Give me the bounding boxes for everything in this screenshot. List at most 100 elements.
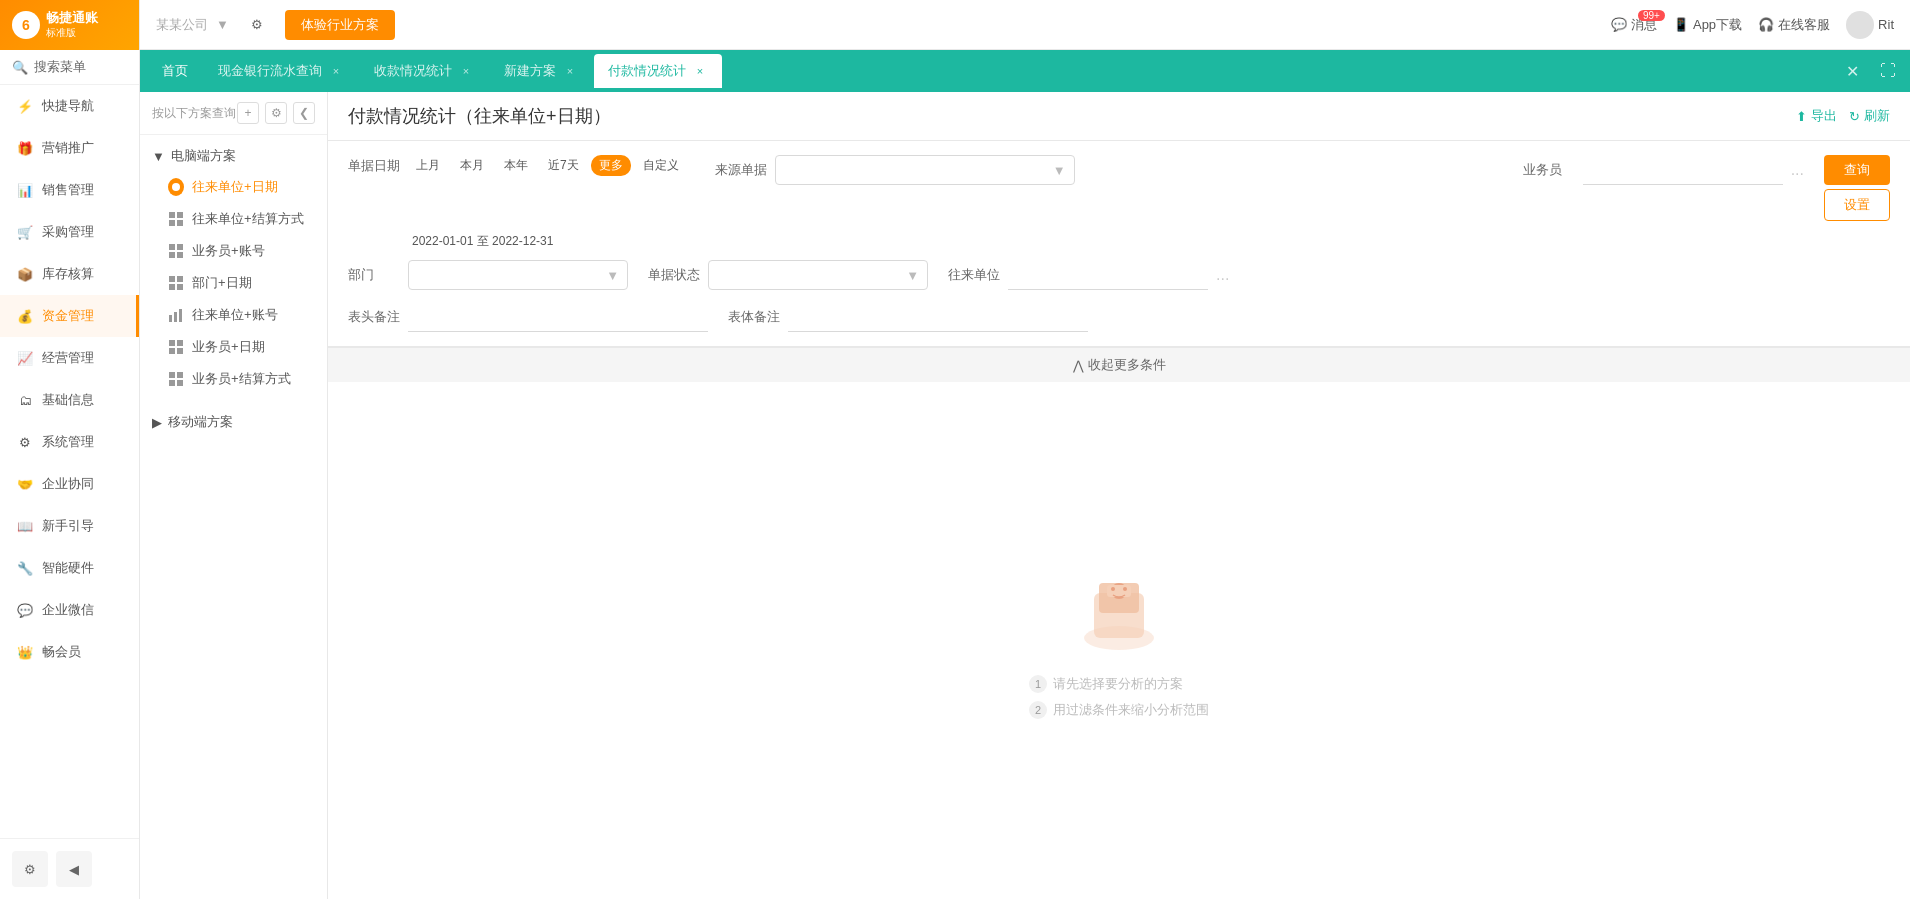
sidebar-item-system[interactable]: ⚙ 系统管理 [0, 421, 139, 463]
basic-info-icon: 🗂 [16, 391, 34, 409]
member-icon: 👑 [16, 643, 34, 661]
message-button[interactable]: 💬 消息 99+ [1611, 16, 1657, 34]
sidebar-item-finance[interactable]: 💰 资金管理 [0, 295, 139, 337]
tab-close-all-button[interactable]: ✕ [1838, 57, 1866, 85]
source-select[interactable]: ▼ [775, 155, 1075, 185]
scheme-grid-icon-2 [168, 275, 184, 291]
online-service-button[interactable]: 🎧 在线客服 [1758, 16, 1830, 34]
tab-payment-stats[interactable]: 付款情况统计 × [594, 54, 722, 88]
filter-settings-button[interactable]: 设置 [1824, 189, 1890, 221]
main-content: 某某公司 ▼ ⚙ 体验行业方案 💬 消息 99+ 📱 App下载 🎧 在线客服 [140, 0, 1910, 899]
svg-rect-7 [169, 252, 175, 258]
svg-rect-11 [169, 284, 175, 290]
query-button[interactable]: 查询 [1824, 155, 1890, 185]
dept-select[interactable]: ▼ [408, 260, 628, 290]
scheme-item-salesman-settle[interactable]: 业务员+结算方式 [140, 363, 327, 395]
date-label: 单据日期 [348, 157, 400, 175]
tab-bank-flow-close[interactable]: × [328, 63, 344, 79]
scheme-settings-button[interactable]: ⚙ [265, 102, 287, 124]
date-buttons: 上月 本月 本年 近7天 更多 自定义 [408, 155, 687, 176]
mobile-scheme-group-title[interactable]: ▶ 移动端方案 [140, 407, 327, 437]
header-settings-button[interactable]: ⚙ [241, 9, 273, 41]
sidebar-item-marketing[interactable]: 🎁 营销推广 [0, 127, 139, 169]
sidebar-item-sales[interactable]: 📊 销售管理 [0, 169, 139, 211]
sidebar: 6 畅捷通账 标准版 🔍 搜索菜单 ⚡ 快捷导航 🎁 营销推广 📊 销售管理 🛒… [0, 0, 140, 899]
tab-home[interactable]: 首页 [148, 54, 202, 88]
svg-rect-10 [177, 276, 183, 282]
salesman-input[interactable] [1583, 162, 1783, 177]
sidebar-item-purchase[interactable]: 🛒 采购管理 [0, 211, 139, 253]
tab-maximize-button[interactable]: ⛶ [1874, 57, 1902, 85]
empty-step-1: 1 请先选择要分析的方案 [1029, 675, 1209, 693]
tab-new-scheme[interactable]: 新建方案 × [490, 54, 592, 88]
svg-point-29 [1111, 587, 1115, 591]
tab-receipt-stats[interactable]: 收款情况统计 × [360, 54, 488, 88]
tab-bar-right: ✕ ⛶ [1838, 57, 1902, 85]
marketing-icon: 🎁 [16, 139, 34, 157]
sidebar-item-member[interactable]: 👑 畅会员 [0, 631, 139, 673]
trial-button[interactable]: 体验行业方案 [285, 10, 395, 40]
svg-rect-8 [177, 252, 183, 258]
svg-rect-6 [177, 244, 183, 250]
sidebar-item-inventory[interactable]: 📦 库存核算 [0, 253, 139, 295]
user-profile[interactable]: Rit [1846, 11, 1894, 39]
app-download-button[interactable]: 📱 App下载 [1673, 16, 1742, 34]
last-month-btn[interactable]: 上月 [408, 155, 448, 176]
more-dates-btn[interactable]: 更多 [591, 155, 631, 176]
finance-icon: 💰 [16, 307, 34, 325]
counterparty-input[interactable] [1008, 267, 1208, 282]
tab-receipt-stats-close[interactable]: × [458, 63, 474, 79]
svg-rect-14 [174, 312, 177, 322]
empty-state: 1 请先选择要分析的方案 2 用过滤条件来缩小分析范围 [328, 382, 1910, 899]
this-month-btn[interactable]: 本月 [452, 155, 492, 176]
export-button[interactable]: ⬆ 导出 [1796, 107, 1837, 125]
scheme-item-dept-date[interactable]: 部门+日期 [140, 267, 327, 299]
filter-area: 单据日期 上月 本月 本年 近7天 更多 自定义 来源单据 [328, 141, 1910, 347]
company-selector[interactable]: 某某公司 ▼ [156, 16, 229, 34]
sidebar-collapse-button[interactable]: ◀ [56, 851, 92, 887]
sidebar-item-hardware[interactable]: 🔧 智能硬件 [0, 547, 139, 589]
sidebar-item-basic-info[interactable]: 🗂 基础信息 [0, 379, 139, 421]
add-scheme-button[interactable]: + [237, 102, 259, 124]
refresh-button[interactable]: ↻ 刷新 [1849, 107, 1890, 125]
desktop-scheme-group: ▼ 电脑端方案 往来单位+日期 往来单位+结算方式 [140, 135, 327, 401]
tab-bar: 首页 现金银行流水查询 × 收款情况统计 × 新建方案 × 付款情况统计 × ✕… [140, 50, 1910, 92]
hardware-icon: 🔧 [16, 559, 34, 577]
page-title: 付款情况统计（往来单位+日期） [348, 104, 611, 128]
sidebar-item-operation[interactable]: 📈 经营管理 [0, 337, 139, 379]
this-year-btn[interactable]: 本年 [496, 155, 536, 176]
header-note-input[interactable] [408, 309, 708, 324]
scheme-panel: 按以下方案查询 + ⚙ ❮ ▼ 电脑端方案 [140, 92, 328, 899]
scheme-item-counterparty-date[interactable]: 往来单位+日期 [140, 171, 327, 203]
counterparty-more-btn[interactable]: ... [1216, 266, 1229, 284]
receipt-status-select[interactable]: ▼ [708, 260, 928, 290]
tab-payment-stats-close[interactable]: × [692, 63, 708, 79]
scheme-item-counterparty-account[interactable]: 往来单位+账号 [140, 299, 327, 331]
collapse-more-button[interactable]: ⋀ 收起更多条件 [328, 347, 1910, 382]
svg-rect-22 [169, 380, 175, 386]
search-icon: 🔍 [12, 60, 28, 75]
last-7days-btn[interactable]: 近7天 [540, 155, 587, 176]
body-note-input[interactable] [788, 309, 1088, 324]
sidebar-search[interactable]: 🔍 搜索菜单 [0, 50, 139, 85]
company-dropdown-icon: ▼ [216, 17, 229, 32]
scheme-item-counterparty-settle[interactable]: 往来单位+结算方式 [140, 203, 327, 235]
scheme-item-salesman-account[interactable]: 业务员+账号 [140, 235, 327, 267]
export-icon: ⬆ [1796, 109, 1807, 124]
panel-collapse-button[interactable]: ❮ [293, 102, 315, 124]
desktop-scheme-group-title[interactable]: ▼ 电脑端方案 [140, 141, 327, 171]
receipt-status-filter: 单据状态 ▼ [648, 260, 928, 290]
scheme-item-salesman-date[interactable]: 业务员+日期 [140, 331, 327, 363]
sidebar-logo: 6 畅捷通账 标准版 [0, 0, 139, 50]
sidebar-settings-button[interactable]: ⚙ [12, 851, 48, 887]
sidebar-item-enterprise[interactable]: 🤝 企业协同 [0, 463, 139, 505]
tab-new-scheme-close[interactable]: × [562, 63, 578, 79]
sidebar-item-guide[interactable]: 📖 新手引导 [0, 505, 139, 547]
salesman-more-btn[interactable]: ... [1791, 161, 1804, 179]
custom-date-btn[interactable]: 自定义 [635, 155, 687, 176]
sidebar-item-wechat[interactable]: 💬 企业微信 [0, 589, 139, 631]
sidebar-item-quick-nav[interactable]: ⚡ 快捷导航 [0, 85, 139, 127]
scheme-grid-icon-1 [168, 243, 184, 259]
tab-bank-flow[interactable]: 现金银行流水查询 × [204, 54, 358, 88]
mobile-group-expand-icon: ▶ [152, 415, 162, 430]
